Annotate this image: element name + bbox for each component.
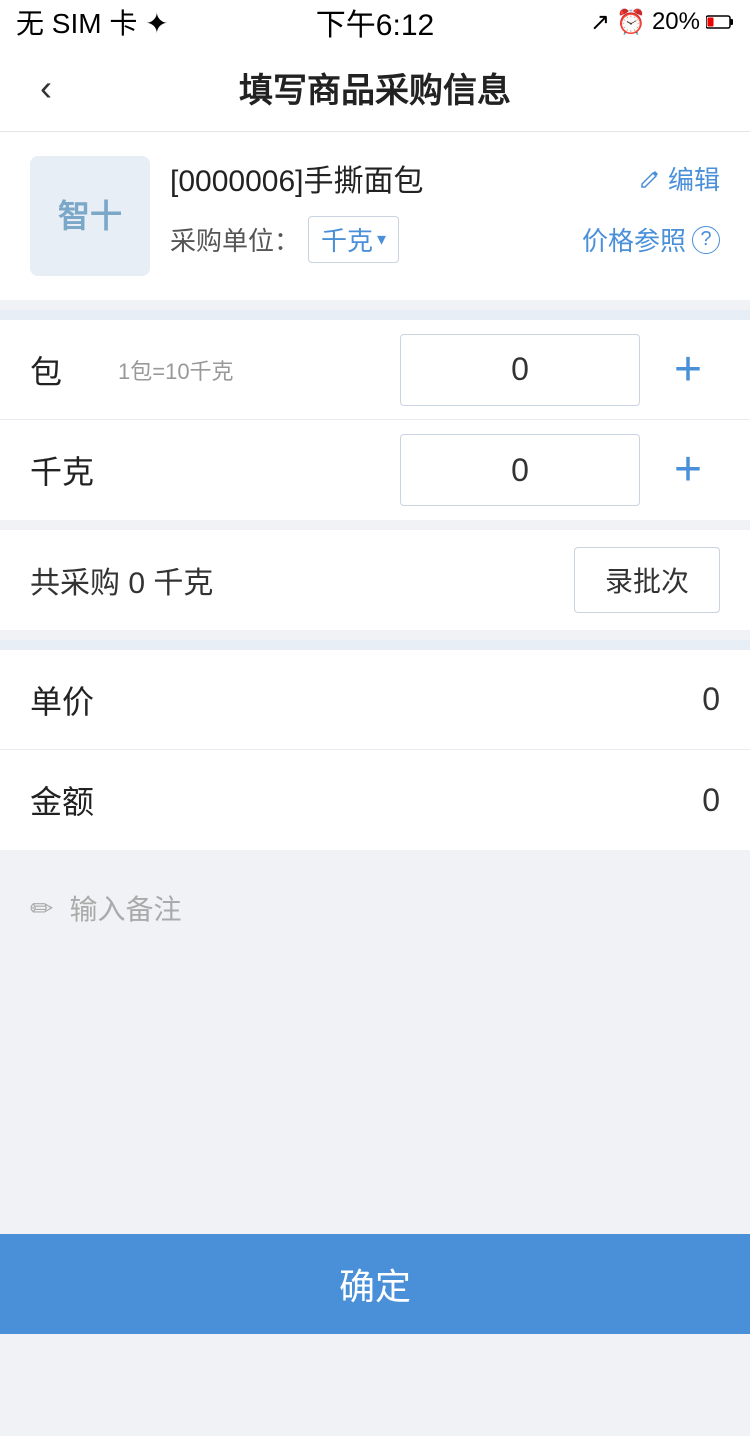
- product-info: [0000006]手撕面包 编辑 采购单位： 千克 ▾ 价格参照 ?: [170, 156, 720, 263]
- bao-plus-button[interactable]: +: [656, 338, 720, 402]
- amount-row: 金额 0: [0, 750, 750, 850]
- summary-row: 共采购 0 千克 录批次: [0, 530, 750, 630]
- battery-icon: [706, 14, 734, 30]
- unit-price-value: 0: [702, 681, 720, 718]
- edit-button[interactable]: 编辑: [639, 160, 720, 197]
- unit-select[interactable]: 千克 ▾: [308, 216, 399, 263]
- bao-input[interactable]: 0: [400, 334, 640, 406]
- unit-label-text: 采购单位：: [170, 221, 300, 258]
- status-bar-time: 下午6:12: [316, 0, 434, 44]
- section-divider-2: [0, 640, 750, 650]
- alarm-icon: ⏰: [616, 8, 646, 37]
- product-image: 智十: [30, 156, 150, 276]
- bottom-bar: 确定: [0, 1234, 750, 1334]
- signal-icon: ↗: [590, 8, 610, 37]
- record-batch-button[interactable]: 录批次: [574, 547, 720, 613]
- battery-text: 20%: [652, 8, 700, 36]
- back-button[interactable]: ‹: [30, 57, 62, 119]
- product-image-placeholder: 智十: [58, 197, 122, 235]
- form-section: 包 1包=10千克 0 + 千克 0 +: [0, 320, 750, 520]
- product-name: [0000006]手撕面包: [170, 156, 423, 200]
- section-divider-1: [0, 310, 750, 320]
- bao-label: 包: [30, 347, 110, 393]
- summary-text: 共采购 0 千克: [30, 558, 213, 602]
- edit-label: 编辑: [668, 160, 720, 197]
- pencil-icon: ✏: [30, 892, 53, 925]
- price-ref-icon: ?: [692, 226, 720, 254]
- page-title: 填写商品采购信息: [239, 63, 511, 112]
- amount-value: 0: [702, 782, 720, 819]
- notes-placeholder: 输入备注: [69, 888, 181, 928]
- unit-value: 千克: [321, 221, 373, 258]
- confirm-button[interactable]: 确定: [0, 1234, 750, 1334]
- product-card: 智十 [0000006]手撕面包 编辑 采购单位： 千克 ▾ 价格参照: [0, 132, 750, 300]
- bao-sub-label: 1包=10千克: [118, 354, 234, 386]
- nav-bar: ‹ 填写商品采购信息: [0, 44, 750, 132]
- kg-row: 千克 0 +: [0, 420, 750, 520]
- status-bar-right: ↗ ⏰ 20%: [590, 8, 734, 37]
- bao-row: 包 1包=10千克 0 +: [0, 320, 750, 420]
- product-meta: 采购单位： 千克 ▾ 价格参照 ?: [170, 216, 720, 263]
- price-ref-button[interactable]: 价格参照 ?: [582, 221, 720, 258]
- status-bar: 无 SIM 卡 ✦ 下午6:12 ↗ ⏰ 20%: [0, 0, 750, 44]
- product-header: [0000006]手撕面包 编辑: [170, 156, 720, 200]
- unit-label: 采购单位： 千克 ▾: [170, 216, 399, 263]
- kg-label: 千克: [30, 447, 110, 493]
- amount-label: 金额: [30, 777, 94, 823]
- kg-input[interactable]: 0: [400, 434, 640, 506]
- unit-price-label: 单价: [30, 677, 94, 723]
- price-ref-label: 价格参照: [582, 221, 686, 258]
- kg-input-area: 0 +: [110, 434, 720, 506]
- status-bar-left: 无 SIM 卡 ✦: [16, 2, 169, 42]
- bao-input-area: 0 +: [234, 334, 720, 406]
- notes-section[interactable]: ✏ 输入备注: [0, 860, 750, 956]
- price-info-section: 单价 0 金额 0: [0, 650, 750, 850]
- unit-price-row: 单价 0: [0, 650, 750, 750]
- kg-plus-button[interactable]: +: [656, 438, 720, 502]
- bottom-spacer: [0, 1336, 750, 1436]
- chevron-down-icon: ▾: [377, 229, 386, 250]
